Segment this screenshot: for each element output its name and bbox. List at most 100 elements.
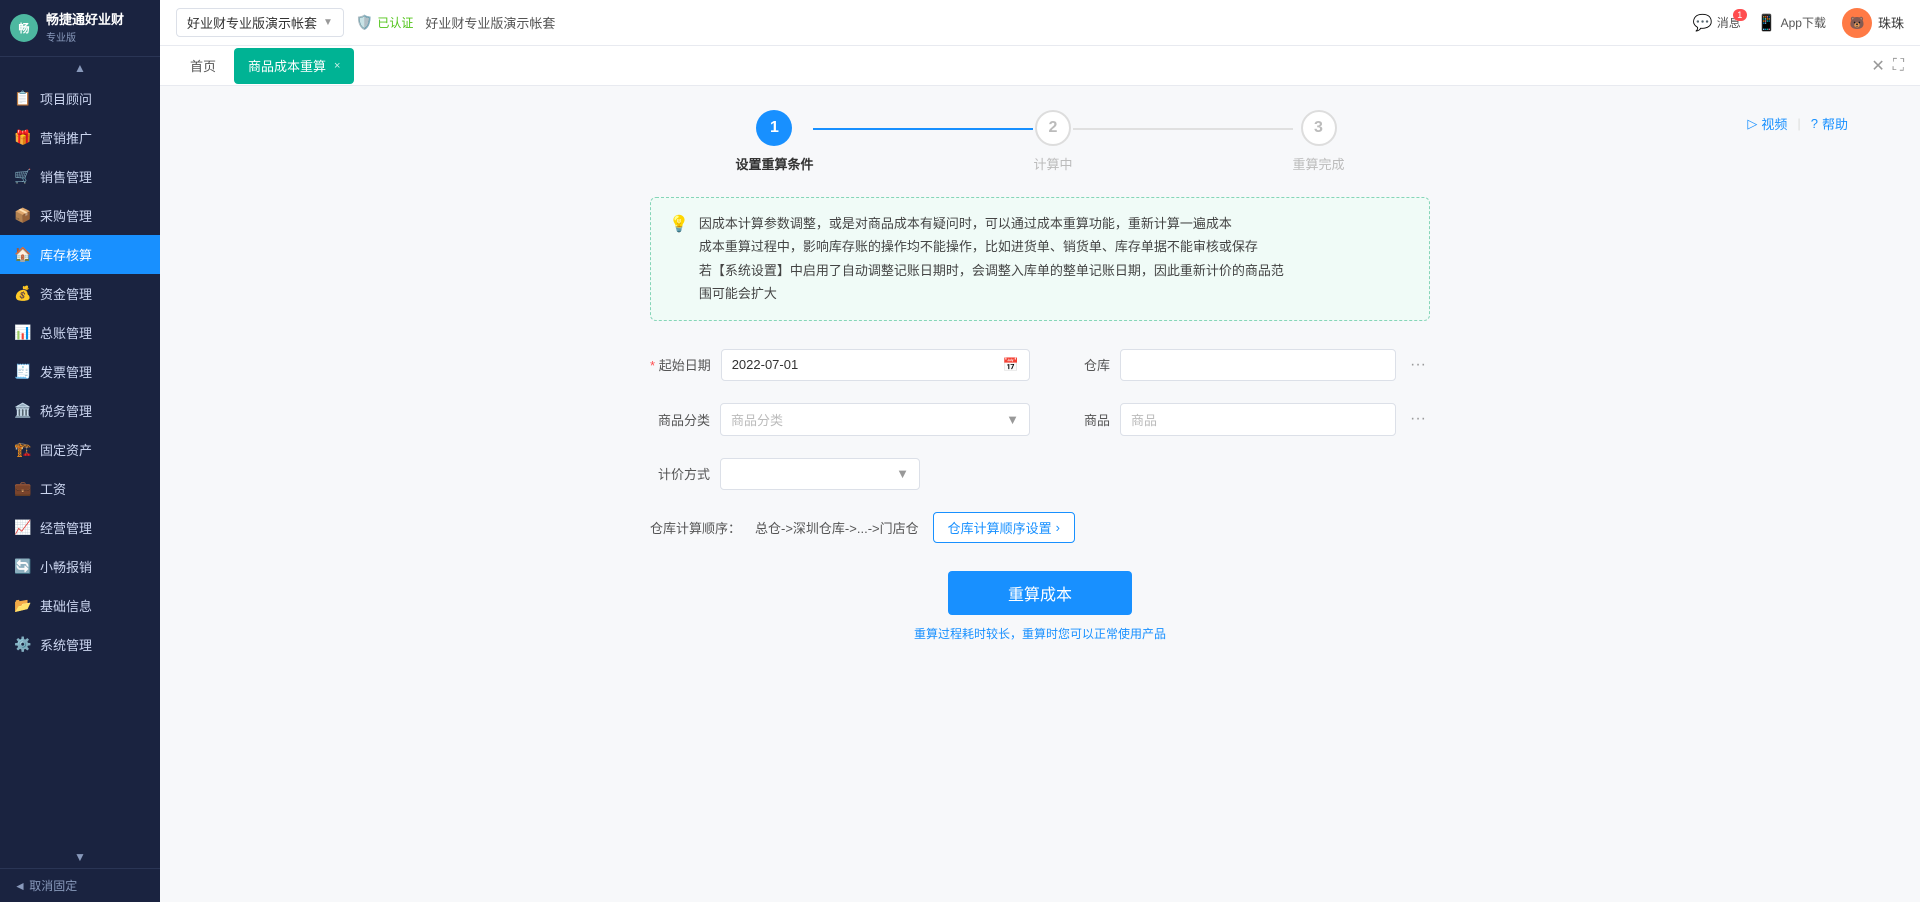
sidebar-item-expense[interactable]: 🔄 小畅报销 bbox=[0, 547, 160, 586]
chevron-down-icon-pricing: ▼ bbox=[896, 466, 909, 481]
help-label: 帮助 bbox=[1822, 114, 1848, 133]
step-3-circle: 3 bbox=[1301, 110, 1337, 146]
play-icon: ▷ bbox=[1747, 116, 1757, 132]
sidebar-item-basic[interactable]: 📂 基础信息 bbox=[0, 586, 160, 625]
tab-home[interactable]: 首页 bbox=[176, 48, 230, 84]
project-icon: 📋 bbox=[14, 89, 32, 107]
sidebar-item-finance[interactable]: 💰 资金管理 bbox=[0, 274, 160, 313]
sidebar-item-label-finance: 资金管理 bbox=[40, 284, 92, 303]
tab-home-label: 首页 bbox=[190, 56, 216, 75]
username-label: 珠珠 bbox=[1878, 13, 1904, 32]
warehouse-order-label: 仓库计算顺序： bbox=[650, 518, 741, 537]
tax-icon: 🏛️ bbox=[14, 401, 32, 419]
product-more-button[interactable]: ··· bbox=[1406, 410, 1430, 428]
user-avatar: 🐻 bbox=[1842, 8, 1872, 38]
steps-wrapper: 1 设置重算条件 2 计算中 3 bbox=[192, 110, 1888, 173]
expense-icon: 🔄 bbox=[14, 557, 32, 575]
sidebar-scroll-down-button[interactable]: ▼ bbox=[0, 846, 160, 868]
purchase-icon: 📦 bbox=[14, 206, 32, 224]
step-1-label: 设置重算条件 bbox=[735, 154, 813, 173]
start-date-group: * 起始日期 2022-07-01 📅 bbox=[650, 349, 1030, 381]
topbar-right: 💬 消息 1 📱 App下载 🐻 珠珠 bbox=[1693, 8, 1904, 38]
app-edition: 专业版 bbox=[46, 29, 124, 44]
sidebar-item-label-invoice: 发票管理 bbox=[40, 362, 92, 381]
recalculate-button[interactable]: 重算成本 bbox=[948, 571, 1132, 615]
app-download-button[interactable]: 📱 App下载 bbox=[1757, 13, 1826, 33]
sidebar-item-purchase[interactable]: 📦 采购管理 bbox=[0, 196, 160, 235]
warehouse-input[interactable] bbox=[1120, 349, 1396, 381]
account-selector-text: 好业财专业版演示帐套 bbox=[187, 13, 317, 32]
sidebar-item-accounting[interactable]: 📊 总账管理 bbox=[0, 313, 160, 352]
form-row-2: 商品分类 商品分类 ▼ 商品 商品 ··· bbox=[650, 403, 1430, 436]
messages-button[interactable]: 💬 消息 1 bbox=[1693, 13, 1741, 33]
accounting-icon: 📊 bbox=[14, 323, 32, 341]
verified-badge: 🛡️ 已认证 bbox=[356, 14, 413, 31]
sidebar-item-marketing[interactable]: 🎁 营销推广 bbox=[0, 118, 160, 157]
warehouse-order-settings-button[interactable]: 仓库计算顺序设置 › bbox=[933, 512, 1075, 543]
maximize-icon[interactable]: ⛶ bbox=[1893, 57, 1904, 75]
form-area: * 起始日期 2022-07-01 📅 仓库 ··· bbox=[650, 349, 1430, 642]
warehouse-order-row: 仓库计算顺序： 总仓->深圳仓库->...->门店仓 仓库计算顺序设置 › bbox=[650, 512, 1430, 543]
shield-icon: 🛡️ bbox=[356, 14, 373, 31]
user-avatar-area[interactable]: 🐻 珠珠 bbox=[1842, 8, 1904, 38]
sidebar-item-project[interactable]: 📋 项目顾问 bbox=[0, 79, 160, 118]
help-link[interactable]: ? 帮助 bbox=[1811, 114, 1848, 133]
sidebar-scroll-up-button[interactable]: ▲ bbox=[0, 57, 160, 79]
sidebar-item-label-operations: 经营管理 bbox=[40, 518, 92, 537]
start-date-input[interactable]: 2022-07-01 📅 bbox=[721, 349, 1030, 381]
notice-line-3: 若【系统设置】中启用了自动调整记账日期时，会调整入库单的整单记账日期，因此重新计… bbox=[699, 259, 1284, 282]
unpin-label: ◄ 取消固定 bbox=[14, 877, 77, 894]
sidebar-item-label-purchase: 采购管理 bbox=[40, 206, 92, 225]
warehouse-order-value: 总仓->深圳仓库->...->门店仓 bbox=[755, 518, 919, 537]
video-link[interactable]: ▷ 视频 bbox=[1747, 114, 1787, 133]
sidebar-item-operations[interactable]: 📈 经营管理 bbox=[0, 508, 160, 547]
chevron-right-icon: › bbox=[1056, 520, 1060, 535]
close-window-icon[interactable]: ✕ bbox=[1871, 56, 1884, 76]
notice-line-2: 成本重算过程中，影响库存账的操作均不能操作，比如进货单、销货单、库存单据不能审核… bbox=[699, 235, 1284, 258]
category-select[interactable]: 商品分类 ▼ bbox=[720, 403, 1030, 436]
sidebar-item-label-inventory: 库存核算 bbox=[40, 245, 92, 264]
product-input[interactable]: 商品 bbox=[1120, 403, 1396, 436]
product-group: 商品 商品 ··· bbox=[1050, 403, 1430, 436]
step-3-label: 重算完成 bbox=[1293, 154, 1345, 173]
sidebar-item-label-system: 系统管理 bbox=[40, 635, 92, 654]
step-2-label: 计算中 bbox=[1033, 154, 1072, 173]
notice-line-1: 因成本计算参数调整，或是对商品成本有疑问时，可以通过成本重算功能，重新计算一遍成… bbox=[699, 212, 1284, 235]
sidebar-item-tax[interactable]: 🏛️ 税务管理 bbox=[0, 391, 160, 430]
pricing-label: 计价方式 bbox=[650, 464, 710, 483]
sidebar-item-inventory[interactable]: 🏠 库存核算 bbox=[0, 235, 160, 274]
tab-active-label: 商品成本重算 bbox=[248, 56, 326, 75]
sidebar-item-label-accounting: 总账管理 bbox=[40, 323, 92, 342]
sidebar-item-label-expense: 小畅报销 bbox=[40, 557, 92, 576]
sales-icon: 🛒 bbox=[14, 167, 32, 185]
notice-icon: 💡 bbox=[669, 214, 689, 306]
notice-line-4: 围可能会扩大 bbox=[699, 282, 1284, 305]
notice-box: 💡 因成本计算参数调整，或是对商品成本有疑问时，可以通过成本重算功能，重新计算一… bbox=[650, 197, 1430, 321]
sidebar-item-assets[interactable]: 🏗️ 固定资产 bbox=[0, 430, 160, 469]
tab-icons: ✕ ⛶ bbox=[1871, 56, 1904, 76]
warehouse-label: 仓库 bbox=[1050, 355, 1110, 374]
sidebar-item-label-project: 项目顾问 bbox=[40, 89, 92, 108]
step-2: 2 计算中 bbox=[1033, 110, 1072, 173]
video-label: 视频 bbox=[1761, 114, 1787, 133]
sidebar-item-label-tax: 税务管理 bbox=[40, 401, 92, 420]
link-divider: | bbox=[1797, 116, 1800, 131]
sidebar-item-label-assets: 固定资产 bbox=[40, 440, 92, 459]
step-3: 3 重算完成 bbox=[1293, 110, 1345, 173]
tab-close-icon[interactable]: × bbox=[334, 60, 340, 72]
warehouse-more-button[interactable]: ··· bbox=[1406, 356, 1430, 374]
category-placeholder: 商品分类 bbox=[731, 410, 998, 429]
category-label: 商品分类 bbox=[650, 410, 710, 429]
tab-product-cost-recalc[interactable]: 商品成本重算 × bbox=[234, 48, 354, 84]
sidebar-item-system[interactable]: ⚙️ 系统管理 bbox=[0, 625, 160, 664]
calendar-icon[interactable]: 📅 bbox=[1003, 357, 1019, 373]
sidebar-item-payroll[interactable]: 💼 工资 bbox=[0, 469, 160, 508]
pricing-select[interactable]: ▼ bbox=[720, 458, 920, 490]
current-account-name: 好业财专业版演示帐套 bbox=[425, 13, 555, 32]
sidebar-item-sales[interactable]: 🛒 销售管理 bbox=[0, 157, 160, 196]
sidebar-unpin-button[interactable]: ◄ 取消固定 bbox=[0, 868, 160, 902]
account-selector[interactable]: 好业财专业版演示帐套 ▼ bbox=[176, 8, 344, 37]
topbar: 好业财专业版演示帐套 ▼ 🛡️ 已认证 好业财专业版演示帐套 💬 消息 1 📱 … bbox=[160, 0, 1920, 46]
sidebar-item-invoice[interactable]: 🧾 发票管理 bbox=[0, 352, 160, 391]
verified-text: 已认证 bbox=[377, 14, 413, 31]
